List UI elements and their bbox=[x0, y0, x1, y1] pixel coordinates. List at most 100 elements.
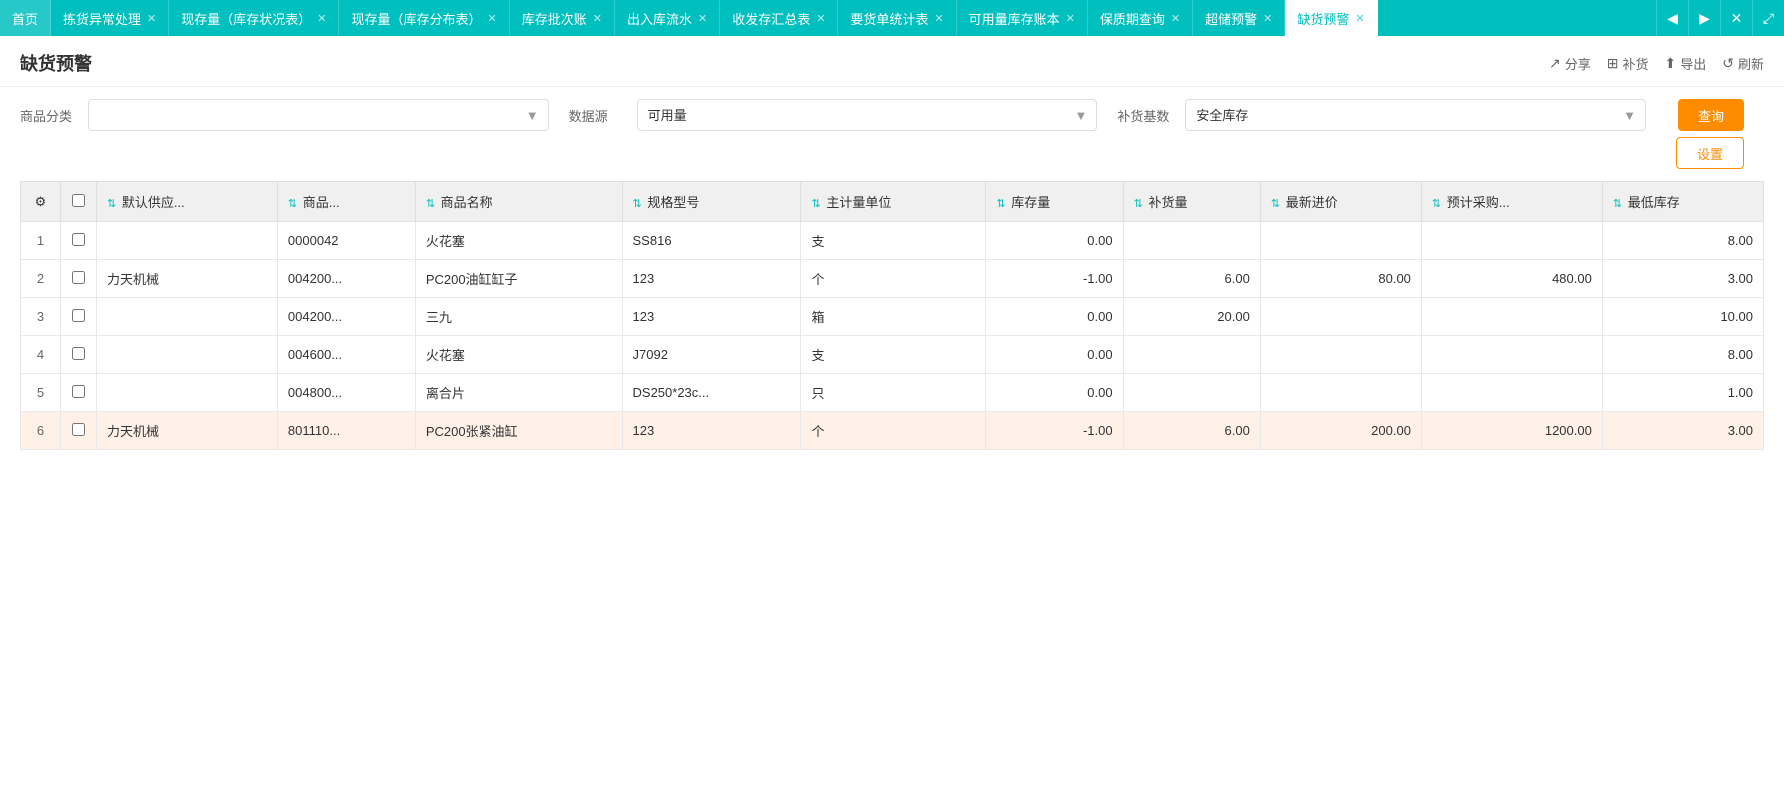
export-button[interactable]: ⬆ 导出 bbox=[1665, 54, 1707, 73]
nav-tab-picking[interactable]: 拣货异常处理 ✕ bbox=[51, 0, 169, 36]
action-buttons-area: 查询 设置 bbox=[1656, 99, 1764, 169]
nav-expand-button[interactable]: ⤢ bbox=[1752, 0, 1784, 36]
row-checkbox-cell[interactable] bbox=[61, 222, 97, 260]
spec-column-header[interactable]: ⇅ 规格型号 bbox=[622, 182, 801, 222]
min-stock-cell: 8.00 bbox=[1602, 336, 1763, 374]
spec-cell: DS250*23c... bbox=[622, 374, 801, 412]
settings-button[interactable]: 设置 bbox=[1676, 137, 1744, 169]
name-column-header[interactable]: ⇅ 商品名称 bbox=[415, 182, 622, 222]
nav-tab-inventory2[interactable]: 现存量（库存分布表） ✕ bbox=[339, 0, 509, 36]
close-icon[interactable]: ✕ bbox=[934, 12, 943, 25]
supplier-cell: 力天机械 bbox=[97, 412, 278, 450]
row-checkbox[interactable] bbox=[72, 347, 85, 360]
page-content: 缺货预警 ↗ 分享 ⊞ 补货 ⬆ 导出 ↺ 刷新 商品分类 bbox=[0, 36, 1784, 796]
datasource-select[interactable]: 可用量 bbox=[637, 99, 1098, 131]
nav-tab-requisition[interactable]: 要货单统计表 ✕ bbox=[838, 0, 956, 36]
query-button[interactable]: 查询 bbox=[1678, 99, 1744, 131]
nav-tab-home[interactable]: 首页 bbox=[0, 0, 51, 36]
row-checkbox-cell[interactable] bbox=[61, 374, 97, 412]
est-purchase-cell bbox=[1421, 222, 1602, 260]
gear-column-header[interactable]: ⚙ bbox=[21, 182, 61, 222]
close-icon[interactable]: ✕ bbox=[488, 12, 497, 25]
row-checkbox[interactable] bbox=[72, 309, 85, 322]
replenish-cell: 6.00 bbox=[1123, 412, 1260, 450]
row-checkbox[interactable] bbox=[72, 385, 85, 398]
est-purchase-cell bbox=[1421, 374, 1602, 412]
replenish-cell: 20.00 bbox=[1123, 298, 1260, 336]
refresh-button[interactable]: ↺ 刷新 bbox=[1722, 54, 1764, 73]
row-checkbox[interactable] bbox=[72, 423, 85, 436]
row-number: 6 bbox=[21, 412, 61, 450]
stock-cell: -1.00 bbox=[986, 260, 1123, 298]
unit-cell: 个 bbox=[801, 412, 986, 450]
nav-tab-expiry[interactable]: 保质期查询 ✕ bbox=[1088, 0, 1193, 36]
est-purchase-cell bbox=[1421, 298, 1602, 336]
nav-tab-shortage[interactable]: 缺货预警 ✕ bbox=[1285, 0, 1377, 36]
replenish-select[interactable]: 安全库存 bbox=[1185, 99, 1646, 131]
nav-tab-summary[interactable]: 收发存汇总表 ✕ bbox=[720, 0, 838, 36]
close-icon[interactable]: ✕ bbox=[1171, 12, 1180, 25]
sort-icon: ⇅ bbox=[1134, 198, 1143, 210]
checkbox-column-header bbox=[61, 182, 97, 222]
supplier-cell bbox=[97, 374, 278, 412]
datasource-select-wrapper: 可用量 ▼ bbox=[637, 99, 1098, 131]
category-select[interactable] bbox=[88, 99, 549, 131]
share-button[interactable]: ↗ 分享 bbox=[1549, 54, 1591, 73]
row-checkbox-cell[interactable] bbox=[61, 260, 97, 298]
close-icon[interactable]: ✕ bbox=[317, 12, 326, 25]
row-checkbox-cell[interactable] bbox=[61, 298, 97, 336]
sort-icon: ⇅ bbox=[996, 198, 1005, 210]
close-icon[interactable]: ✕ bbox=[816, 12, 825, 25]
code-cell: 004800... bbox=[277, 374, 415, 412]
replenish-cell: 6.00 bbox=[1123, 260, 1260, 298]
sort-icon: ⇅ bbox=[1432, 198, 1441, 210]
close-icon[interactable]: ✕ bbox=[1066, 12, 1075, 25]
row-checkbox[interactable] bbox=[72, 271, 85, 284]
row-number: 2 bbox=[21, 260, 61, 298]
category-select-wrapper: ▼ bbox=[88, 99, 549, 131]
nav-tab-batch[interactable]: 库存批次账 ✕ bbox=[510, 0, 615, 36]
page-header: 缺货预警 ↗ 分享 ⊞ 补货 ⬆ 导出 ↺ 刷新 bbox=[0, 36, 1784, 87]
nav-prev-button[interactable]: ◀ bbox=[1656, 0, 1688, 36]
spec-cell: 123 bbox=[622, 298, 801, 336]
row-checkbox-cell[interactable] bbox=[61, 412, 97, 450]
close-icon[interactable]: ✕ bbox=[147, 12, 156, 25]
nav-close-button[interactable]: ✕ bbox=[1720, 0, 1752, 36]
supplier-column-header[interactable]: ⇅ 默认供应... bbox=[97, 182, 278, 222]
nav-tab-overstock[interactable]: 超储预警 ✕ bbox=[1193, 0, 1285, 36]
table-row: 3 004200... 三九 123 箱 0.00 20.00 10.00 bbox=[21, 298, 1764, 336]
stock-column-header[interactable]: ⇅ 库存量 bbox=[986, 182, 1123, 222]
est-purchase-column-header[interactable]: ⇅ 预计采购... bbox=[1421, 182, 1602, 222]
row-checkbox[interactable] bbox=[72, 233, 85, 246]
latest-price-column-header[interactable]: ⇅ 最新进价 bbox=[1260, 182, 1421, 222]
nav-next-button[interactable]: ▶ bbox=[1688, 0, 1720, 36]
code-column-header[interactable]: ⇅ 商品... bbox=[277, 182, 415, 222]
latest-price-cell bbox=[1260, 298, 1421, 336]
nav-tab-inventory1[interactable]: 现存量（库存状况表） ✕ bbox=[169, 0, 339, 36]
select-all-checkbox[interactable] bbox=[72, 194, 85, 207]
export-icon: ⬆ bbox=[1665, 55, 1677, 72]
name-cell: 火花塞 bbox=[415, 336, 622, 374]
replenish-cell bbox=[1123, 374, 1260, 412]
supplier-cell bbox=[97, 222, 278, 260]
code-cell: 004200... bbox=[277, 298, 415, 336]
close-icon[interactable]: ✕ bbox=[593, 12, 602, 25]
sort-icon: ⇅ bbox=[1271, 198, 1280, 210]
stock-cell: 0.00 bbox=[986, 222, 1123, 260]
unit-column-header[interactable]: ⇅ 主计量单位 bbox=[801, 182, 986, 222]
replenish-column-header[interactable]: ⇅ 补货量 bbox=[1123, 182, 1260, 222]
table-row: 4 004600... 火花塞 J7092 支 0.00 8.00 bbox=[21, 336, 1764, 374]
row-checkbox-cell[interactable] bbox=[61, 336, 97, 374]
nav-tab-inout[interactable]: 出入库流水 ✕ bbox=[615, 0, 720, 36]
replenish-button[interactable]: ⊞ 补货 bbox=[1607, 54, 1649, 73]
row-number: 1 bbox=[21, 222, 61, 260]
latest-price-cell: 200.00 bbox=[1260, 412, 1421, 450]
nav-tab-available[interactable]: 可用量库存账本 ✕ bbox=[957, 0, 1088, 36]
close-icon[interactable]: ✕ bbox=[1263, 12, 1272, 25]
close-icon[interactable]: ✕ bbox=[1355, 12, 1364, 25]
sort-icon: ⇅ bbox=[426, 198, 435, 210]
close-icon[interactable]: ✕ bbox=[698, 12, 707, 25]
min-stock-column-header[interactable]: ⇅ 最低库存 bbox=[1602, 182, 1763, 222]
latest-price-cell: 80.00 bbox=[1260, 260, 1421, 298]
sort-icon: ⇅ bbox=[1613, 198, 1622, 210]
